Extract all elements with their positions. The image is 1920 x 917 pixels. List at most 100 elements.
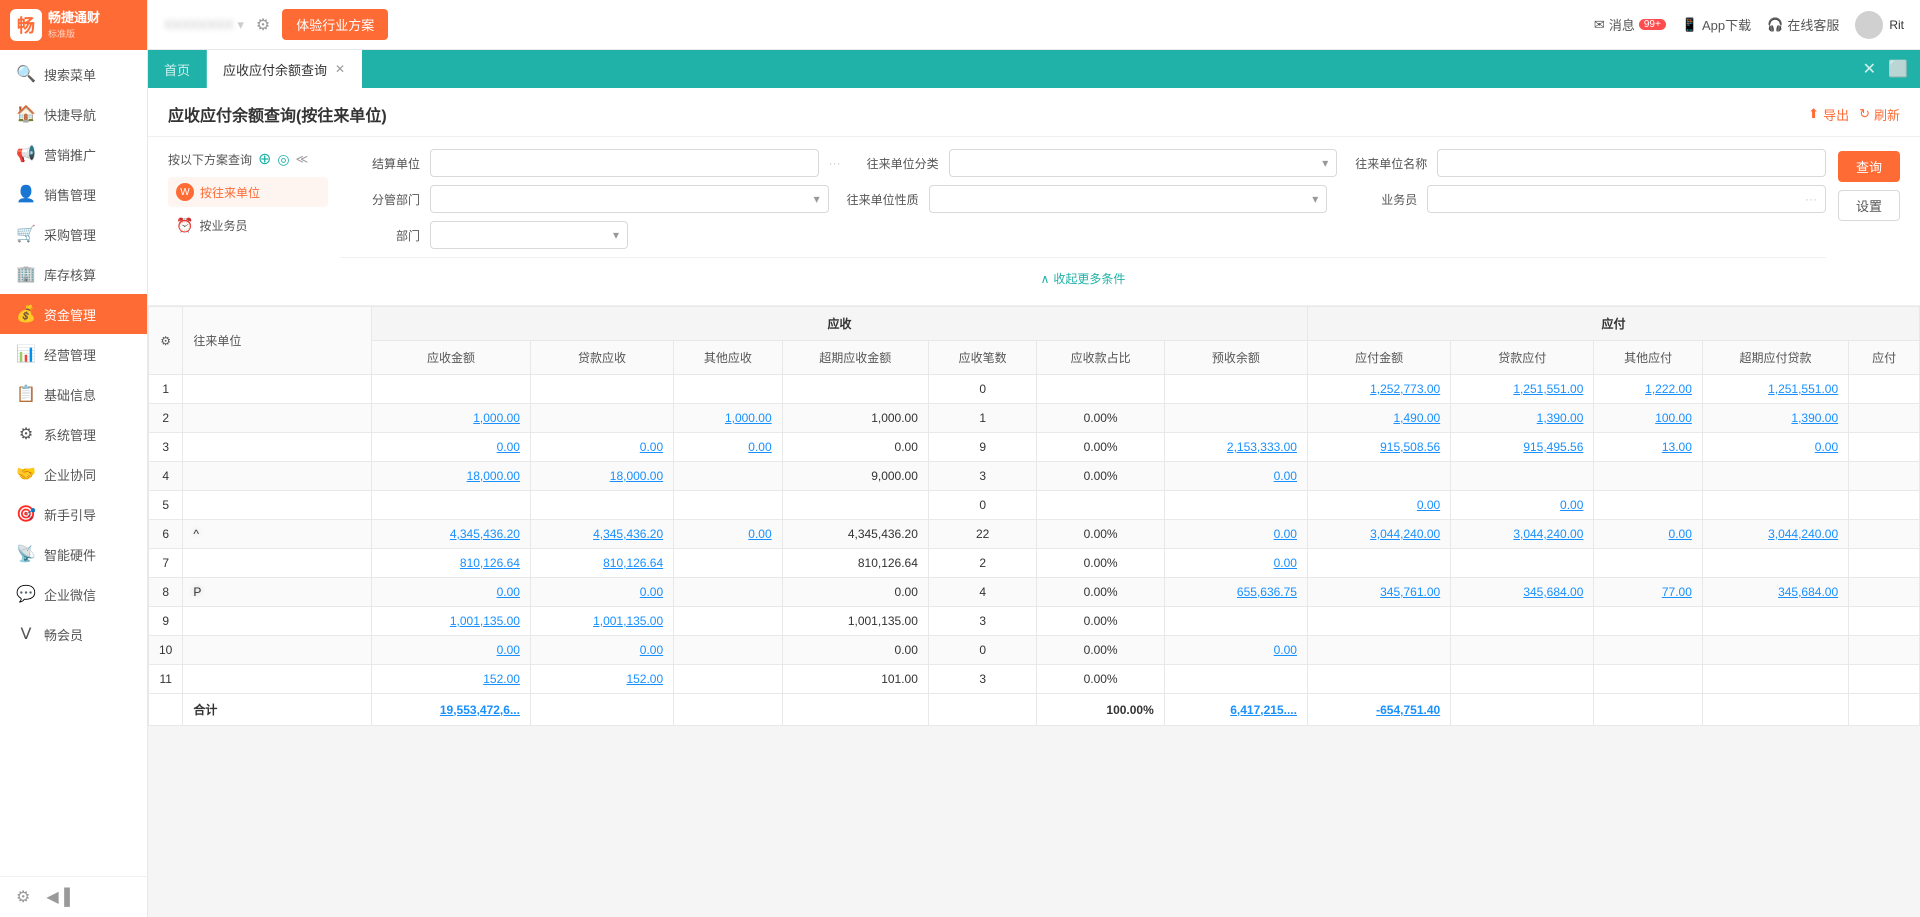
row-ap-loan[interactable]: 1,390.00 <box>1451 404 1594 433</box>
row-ar-amount[interactable] <box>372 491 531 520</box>
row-advance[interactable]: 0.00 <box>1164 462 1307 491</box>
message-btn[interactable]: ✉ 消息 99+ <box>1594 15 1666 34</box>
maximize-icon[interactable]: ⬜ <box>1888 59 1908 79</box>
sidebar-item-inventory[interactable]: 🏢 库存核算 <box>0 254 147 294</box>
settlement-input[interactable] <box>430 149 819 177</box>
row-ap-loan[interactable]: 345,684.00 <box>1451 578 1594 607</box>
unit-name-input[interactable] <box>1437 149 1826 177</box>
footer-ar-amount[interactable]: 19,553,472,6... <box>372 694 531 726</box>
settings-icon[interactable]: ⚙ <box>16 887 30 907</box>
set-btn[interactable]: 设置 <box>1838 190 1900 221</box>
sidebar-item-sales[interactable]: 👤 销售管理 <box>0 174 147 214</box>
row-ap-amount[interactable] <box>1307 636 1450 665</box>
row-ar-other[interactable] <box>674 578 783 607</box>
sidebar-item-basic[interactable]: 📋 基础信息 <box>0 374 147 414</box>
row-ap-overdue[interactable] <box>1702 549 1848 578</box>
row-ar-amount[interactable]: 1,000.00 <box>372 404 531 433</box>
row-advance[interactable]: 0.00 <box>1164 549 1307 578</box>
row-ap-amount[interactable]: 915,508.56 <box>1307 433 1450 462</box>
close-icon[interactable]: ✕ <box>335 62 345 76</box>
row-ap-other[interactable]: 1,222.00 <box>1594 375 1703 404</box>
row-ap-amount[interactable]: 1,252,773.00 <box>1307 375 1450 404</box>
row-ap-other[interactable]: 0.00 <box>1594 520 1703 549</box>
row-ap-loan[interactable] <box>1451 636 1594 665</box>
row-advance[interactable] <box>1164 404 1307 433</box>
add-icon[interactable]: ⊕ <box>258 149 271 169</box>
row-ar-loan[interactable]: 810,126.64 <box>530 549 673 578</box>
export-btn[interactable]: ⬆ 导出 <box>1808 105 1849 124</box>
row-advance[interactable] <box>1164 491 1307 520</box>
trial-btn[interactable]: 体验行业方案 <box>282 9 388 40</box>
row-ap-loan[interactable] <box>1451 665 1594 694</box>
row-ap-overdue[interactable]: 1,251,551.00 <box>1702 375 1848 404</box>
row-ar-other[interactable]: 0.00 <box>674 433 783 462</box>
row-ar-other[interactable] <box>674 607 783 636</box>
row-ap-other[interactable] <box>1594 462 1703 491</box>
row-ap-amount[interactable] <box>1307 665 1450 694</box>
row-ap-overdue[interactable]: 0.00 <box>1702 433 1848 462</box>
row-ar-loan[interactable] <box>530 375 673 404</box>
row-ar-amount[interactable]: 0.00 <box>372 636 531 665</box>
row-ar-loan[interactable] <box>530 404 673 433</box>
row-ar-other[interactable]: 1,000.00 <box>674 404 783 433</box>
sidebar-item-marketing[interactable]: 📢 营销推广 <box>0 134 147 174</box>
query-btn[interactable]: 查询 <box>1838 151 1900 182</box>
sidebar-item-hardware[interactable]: 📡 智能硬件 <box>0 534 147 574</box>
table-settings-icon[interactable]: ⚙ <box>149 307 183 375</box>
sidebar-item-purchase[interactable]: 🛒 采购管理 <box>0 214 147 254</box>
row-ar-loan[interactable]: 152.00 <box>530 665 673 694</box>
row-ar-amount[interactable]: 18,000.00 <box>372 462 531 491</box>
row-ar-loan[interactable]: 0.00 <box>530 636 673 665</box>
service-btn[interactable]: 🎧 在线客服 <box>1767 15 1839 34</box>
row-ar-amount[interactable]: 810,126.64 <box>372 549 531 578</box>
unit-category-select[interactable]: ▾ <box>949 149 1338 177</box>
row-ap-amount[interactable]: 1,490.00 <box>1307 404 1450 433</box>
row-ap-loan[interactable]: 3,044,240.00 <box>1451 520 1594 549</box>
refresh-btn[interactable]: ↻ 刷新 <box>1859 105 1900 124</box>
row-ar-amount[interactable]: 152.00 <box>372 665 531 694</box>
row-ar-loan[interactable] <box>530 491 673 520</box>
sidebar-item-guide[interactable]: 🎯 新手引导 <box>0 494 147 534</box>
row-ap-other[interactable]: 77.00 <box>1594 578 1703 607</box>
footer-ap-amount[interactable]: -654,751.40 <box>1307 694 1450 726</box>
row-ar-other[interactable] <box>674 462 783 491</box>
row-ar-other[interactable] <box>674 665 783 694</box>
row-ap-loan[interactable] <box>1451 462 1594 491</box>
sidebar-item-wechat[interactable]: 💬 企业微信 <box>0 574 147 614</box>
row-ar-other[interactable] <box>674 636 783 665</box>
collapse-btn[interactable]: ∧ 收起更多条件 <box>340 264 1826 293</box>
row-ap-overdue[interactable]: 345,684.00 <box>1702 578 1848 607</box>
row-ap-loan[interactable]: 0.00 <box>1451 491 1594 520</box>
row-ar-other[interactable] <box>674 375 783 404</box>
row-ap-other[interactable] <box>1594 607 1703 636</box>
row-ap-loan[interactable] <box>1451 549 1594 578</box>
row-ar-amount[interactable]: 4,345,436.20 <box>372 520 531 549</box>
sidebar-item-system[interactable]: ⚙ 系统管理 <box>0 414 147 454</box>
row-ap-overdue[interactable]: 1,390.00 <box>1702 404 1848 433</box>
row-ap-overdue[interactable]: 3,044,240.00 <box>1702 520 1848 549</box>
row-ap-overdue[interactable] <box>1702 636 1848 665</box>
row-ar-amount[interactable]: 1,001,135.00 <box>372 607 531 636</box>
dots-icon-1[interactable]: ··· <box>829 156 849 170</box>
row-ap-other[interactable] <box>1594 636 1703 665</box>
row-advance[interactable]: 2,153,333.00 <box>1164 433 1307 462</box>
sidebar-item-member[interactable]: Ⅴ 畅会员 <box>0 614 147 654</box>
sidebar-item-enterprise[interactable]: 🤝 企业协同 <box>0 454 147 494</box>
user-info[interactable]: Rit <box>1855 11 1904 39</box>
row-ap-loan[interactable]: 1,251,551.00 <box>1451 375 1594 404</box>
dept-select[interactable]: ▾ <box>430 221 628 249</box>
row-ap-amount[interactable]: 345,761.00 <box>1307 578 1450 607</box>
tab-query[interactable]: 应收应付余额查询 ✕ <box>207 50 362 88</box>
row-ap-other[interactable]: 100.00 <box>1594 404 1703 433</box>
scheme-by-salesman[interactable]: ⏰ 按业务员 <box>168 211 328 240</box>
row-ap-amount[interactable] <box>1307 607 1450 636</box>
close-window-icon[interactable]: ✕ <box>1863 59 1876 79</box>
collapse-icon[interactable]: ◀▐ <box>46 887 70 907</box>
row-ap-loan[interactable] <box>1451 607 1594 636</box>
row-ap-overdue[interactable] <box>1702 607 1848 636</box>
row-ap-amount[interactable]: 0.00 <box>1307 491 1450 520</box>
app-download-btn[interactable]: 📱 App下载 <box>1682 15 1751 34</box>
row-ar-amount[interactable] <box>372 375 531 404</box>
salesman-input[interactable]: ··· <box>1427 185 1826 213</box>
row-ar-amount[interactable]: 0.00 <box>372 578 531 607</box>
